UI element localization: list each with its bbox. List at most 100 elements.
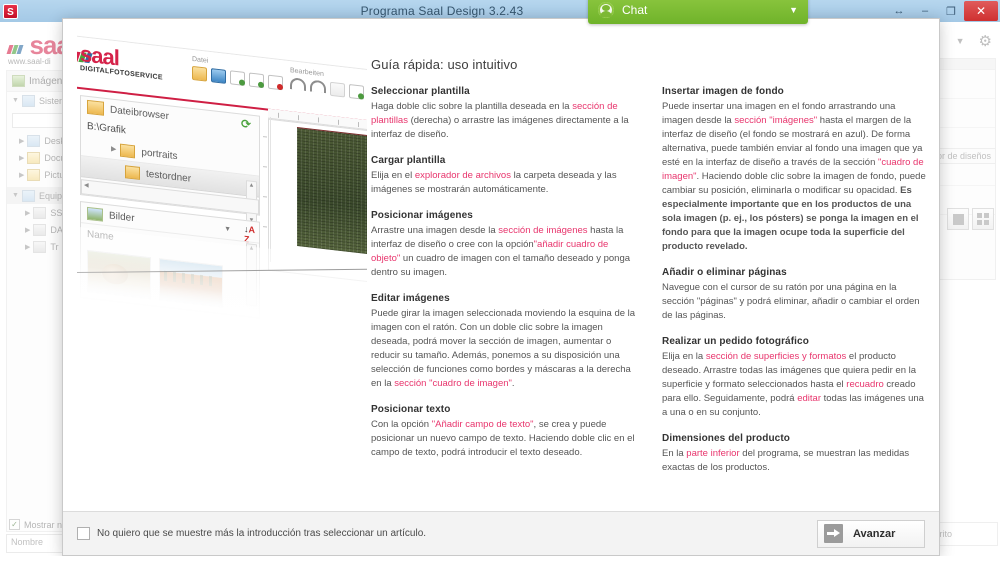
redo-icon[interactable] [310, 79, 326, 94]
images-icon [12, 75, 25, 87]
folder-label: testordner [146, 168, 192, 185]
section-body: Haga doble clic sobre la plantilla desea… [371, 101, 629, 140]
folder-icon [120, 143, 136, 158]
cut-icon[interactable] [330, 81, 345, 98]
guide-section: Seleccionar plantilla Haga doble clic so… [371, 86, 638, 142]
drive-icon [33, 240, 47, 253]
dont-show-again-checkbox[interactable]: No quiero que se muestre más la introduc… [77, 527, 426, 540]
chevron-down-icon: ▼ [12, 192, 19, 199]
folder-icon [125, 164, 140, 180]
new-page-icon[interactable] [230, 70, 245, 87]
guide-column-left: Seleccionar plantilla Haga doble clic so… [371, 86, 638, 488]
chevron-right-icon: ▶ [111, 145, 117, 154]
images-panel-label: Bilder [109, 209, 135, 224]
refresh-icon[interactable]: ⟳ [241, 117, 251, 132]
chevron-right-icon: ▶ [19, 154, 25, 162]
undo-icon[interactable] [290, 77, 306, 92]
guide-section: Cargar plantilla Elija en el explorador … [371, 155, 638, 197]
close-button[interactable]: ✕ [964, 1, 998, 21]
chevron-right-icon: ▶ [25, 243, 31, 251]
guide-section: Realizar un pedido fotográfico Elija en … [662, 336, 929, 420]
grid-view-icon [977, 213, 989, 225]
guide-section: Insertar imagen de fondo Puede insertar … [662, 86, 929, 254]
dialog-body: saal DIGITALFOTOSERVICE Datei Bearbeiten… [63, 19, 939, 511]
gear-icon[interactable]: ⚙ [979, 32, 992, 50]
section-heading: Posicionar imágenes [371, 210, 473, 221]
checkbox-icon[interactable] [77, 527, 90, 540]
section-body: Puede girar la imagen seleccionada movie… [371, 308, 636, 389]
chevron-right-icon: ▶ [19, 137, 25, 145]
window-icon [21, 94, 35, 107]
arrow-right-icon [824, 524, 843, 543]
dialog-footer: No quiero que se muestre más la introduc… [63, 511, 939, 555]
chevron-right-icon: ▶ [25, 226, 31, 234]
section-body: En la parte inferior del programa, se mu… [662, 448, 910, 473]
checkbox-checked-icon: ✓ [9, 519, 20, 530]
section-body: Elija en la sección de superficies y for… [662, 351, 924, 418]
chevron-down-icon[interactable]: ▼ [789, 5, 798, 15]
chevron-right-icon: ▶ [19, 171, 25, 179]
section-body: Puede insertar una imagen en el fondo ar… [662, 101, 926, 252]
advance-button-label: Avanzar [853, 527, 896, 540]
save-icon[interactable] [211, 68, 226, 84]
chat-widget[interactable]: Chat ▼ [588, 0, 808, 24]
sidebar-item-label: SS [50, 207, 63, 218]
section-heading: Editar imágenes [371, 293, 450, 304]
screen: S Programa Saal Design 3.2.43 ↔ – ❐ ✕ sa… [0, 0, 1000, 562]
file-browser-label: Dateibrowser [110, 103, 169, 122]
single-view-icon [952, 213, 964, 225]
section-heading: Realizar un pedido fotográfico [662, 336, 809, 347]
desktop-icon [27, 134, 41, 147]
chevron-right-icon: ▶ [25, 209, 31, 217]
drive-icon [33, 223, 47, 236]
vertical-ruler [262, 115, 271, 262]
chevron-down-icon[interactable]: ▼ [956, 36, 965, 46]
folder-icon [27, 168, 41, 181]
dont-show-again-label: No quiero que se muestre más la introduc… [97, 528, 427, 539]
grid-view-button[interactable] [972, 208, 994, 230]
guide-columns: Seleccionar plantilla Haga doble clic so… [371, 86, 929, 488]
guide-section: Posicionar imágenes Arrastre una imagen … [371, 210, 638, 280]
folder-label: portraits [141, 146, 178, 162]
add-page-icon[interactable] [249, 72, 264, 89]
chat-label: Chat [622, 3, 648, 17]
drive-icon [33, 206, 47, 219]
background-photo[interactable] [297, 126, 367, 257]
guide-section: Editar imágenes Puede girar la imagen se… [371, 293, 638, 391]
open-folder-icon[interactable] [192, 65, 207, 82]
illustration-menu-datei[interactable]: Datei [192, 56, 283, 91]
chat-agent-icon [598, 2, 614, 18]
image-icon [87, 206, 103, 222]
section-body: Elija en el explorador de archivos la ca… [371, 170, 617, 195]
sidebar-item-label: Equip [38, 190, 62, 201]
delete-page-icon[interactable] [268, 74, 283, 91]
section-body: Navegue con el cursor de su ratón por un… [662, 282, 920, 321]
section-body: Con la opción "Añadir campo de texto", s… [371, 419, 635, 458]
section-heading: Dimensiones del producto [662, 433, 790, 444]
section-body: Arrastre una imagen desde la sección de … [371, 225, 631, 278]
advance-button[interactable]: Avanzar [817, 519, 925, 548]
paste-icon[interactable] [349, 83, 364, 100]
section-heading: Seleccionar plantilla [371, 86, 470, 97]
app-screenshot-illustration: saal DIGITALFOTOSERVICE Datei Bearbeiten… [77, 35, 367, 365]
chevron-down-icon[interactable]: ▼ [224, 225, 231, 233]
computer-icon [21, 189, 35, 202]
chevron-down-icon: ▼ [12, 97, 19, 104]
sidebar-item-label: Tr [50, 241, 59, 252]
guide-section: Posicionar texto Con la opción "Añadir c… [371, 404, 638, 460]
bottom-strip [0, 556, 1000, 562]
illustration-menu-bearbeiten[interactable]: Bearbeiten [290, 67, 364, 100]
maximize-button[interactable]: ❐ [938, 1, 964, 21]
guide-column-right: Insertar imagen de fondo Puede insertar … [662, 86, 929, 488]
quick-guide-dialog: saal DIGITALFOTOSERVICE Datei Bearbeiten… [62, 18, 940, 556]
section-heading: Posicionar texto [371, 404, 451, 415]
quick-guide-content: Guía rápida: uso intuitivo Seleccionar p… [371, 57, 929, 503]
view-mode-buttons [947, 208, 994, 230]
illustration-canvas: saal DIGITALFOTOSERVICE Datei Bearbeiten… [77, 35, 367, 365]
guide-section: Añadir o eliminar páginas Navegue con el… [662, 267, 929, 323]
illustration-logo: saal DIGITALFOTOSERVICE [80, 41, 163, 82]
scroll-up-icon[interactable]: ▲ [247, 181, 256, 191]
section-heading: Insertar imagen de fondo [662, 86, 784, 97]
single-view-button[interactable] [947, 208, 969, 230]
guide-section: Dimensiones del producto En la parte inf… [662, 433, 929, 475]
